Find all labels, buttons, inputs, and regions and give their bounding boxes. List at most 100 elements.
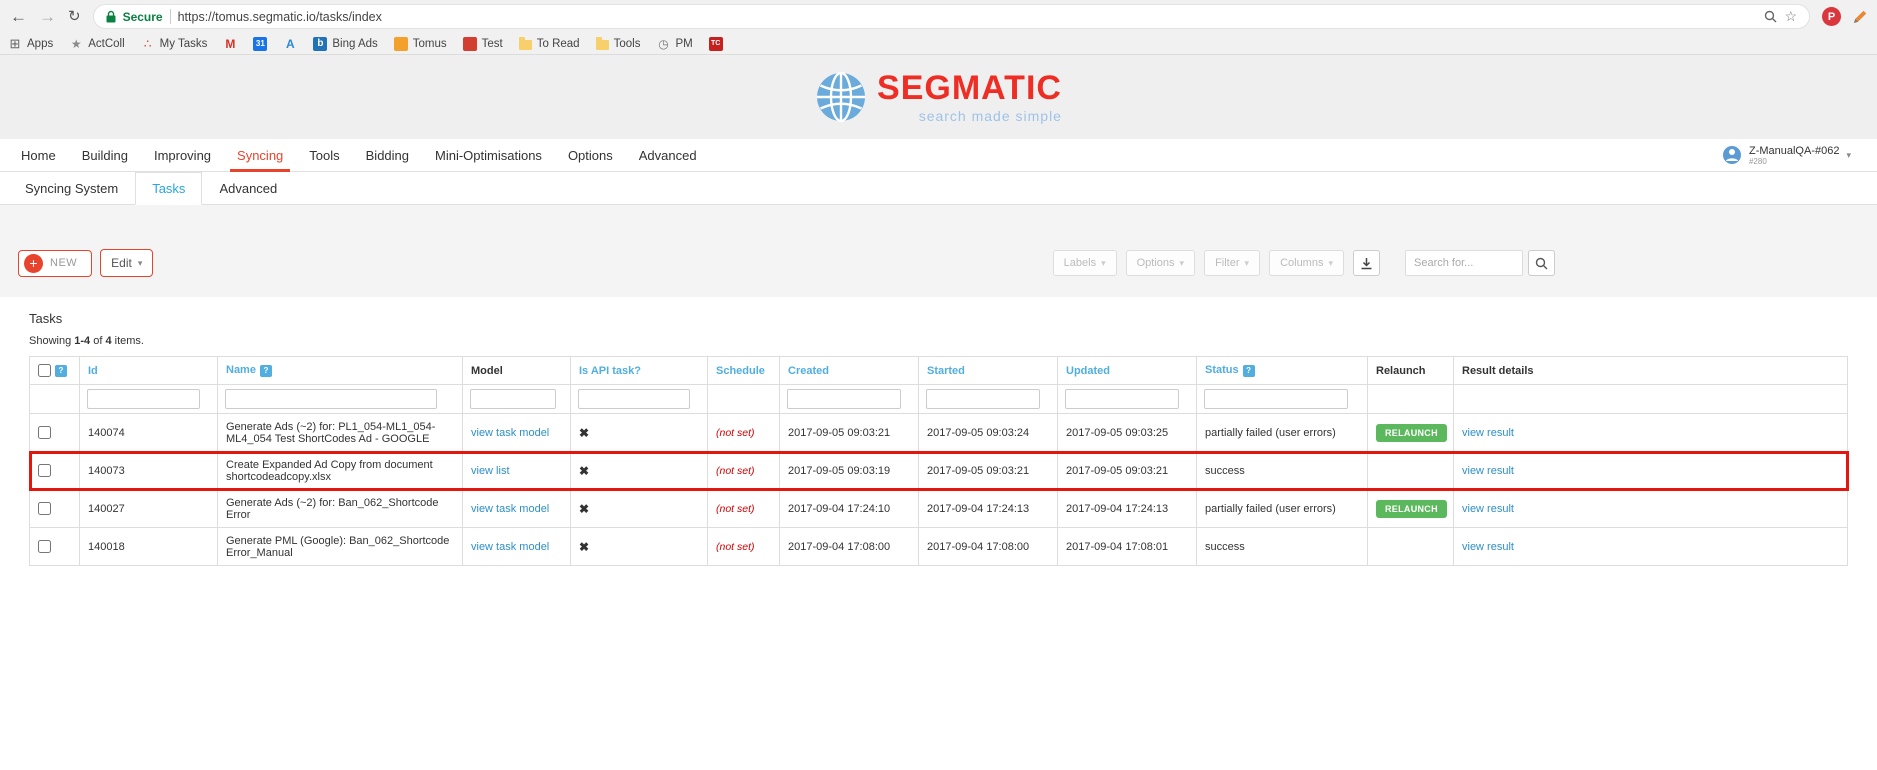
new-button[interactable]: + NEW <box>18 249 93 277</box>
bookmark-azure[interactable]: A <box>283 37 297 51</box>
view-result-link[interactable]: view result <box>1462 541 1514 553</box>
view-result-link[interactable]: view result <box>1462 503 1514 515</box>
search-button[interactable] <box>1528 250 1555 276</box>
bookmark-test[interactable]: Test <box>462 36 503 51</box>
row-select-cell <box>29 527 80 566</box>
column-header-created[interactable]: Created <box>779 356 919 385</box>
bookmark-bing-ads[interactable]: b Bing Ads <box>313 36 378 51</box>
column-header-api[interactable]: Is API task? <box>570 356 708 385</box>
column-header-status[interactable]: Status? <box>1196 356 1368 385</box>
bookmark-star-icon[interactable]: ☆ <box>1784 8 1797 25</box>
filter-input-started[interactable] <box>926 389 1041 409</box>
subnav-item-advanced[interactable]: Advanced <box>202 172 294 204</box>
filter-input-id[interactable] <box>87 389 201 409</box>
edit-dropdown-button[interactable]: Edit ▾ <box>100 249 154 277</box>
nav-item-advanced[interactable]: Advanced <box>626 139 710 171</box>
row-select-cell <box>29 413 80 452</box>
zoom-icon[interactable] <box>1764 10 1777 23</box>
url-text: https://tomus.segmatic.io/tasks/index <box>177 9 382 24</box>
view-model-link[interactable]: view task model <box>471 503 549 515</box>
column-header-started[interactable]: Started <box>918 356 1058 385</box>
address-bar[interactable]: Secure https://tomus.segmatic.io/tasks/i… <box>92 4 1810 29</box>
search-input[interactable] <box>1405 250 1523 276</box>
filter-input-model[interactable] <box>470 389 556 409</box>
nav-item-syncing[interactable]: Syncing <box>224 139 296 172</box>
bookmark-my-tasks[interactable]: ∴ My Tasks <box>141 37 208 51</box>
relaunch-button[interactable]: RELAUNCH <box>1376 423 1447 442</box>
nav-item-bidding[interactable]: Bidding <box>353 139 422 171</box>
nav-item-mini-optimisations[interactable]: Mini-Optimisations <box>422 139 555 171</box>
column-header-name[interactable]: Name? <box>217 356 463 385</box>
cell-updated: 2017-09-04 17:24:13 <box>1057 489 1197 528</box>
nav-item-building[interactable]: Building <box>69 139 141 171</box>
bookmark-tomus[interactable]: Tomus <box>393 36 447 51</box>
row-checkbox[interactable] <box>38 426 51 439</box>
cell-is-api-task: ✖ <box>570 451 708 490</box>
row-checkbox[interactable] <box>38 502 51 515</box>
bookmark-tools[interactable]: Tools <box>595 37 640 50</box>
filter-dropdown-button[interactable]: Filter ▾ <box>1204 250 1261 276</box>
items-summary: Showing 1-4 of 4 items. <box>29 335 144 347</box>
nav-item-improving[interactable]: Improving <box>141 139 224 171</box>
view-result-link[interactable]: view result <box>1462 465 1514 477</box>
column-header-result: Result details <box>1453 356 1848 385</box>
cell-started: 2017-09-04 17:08:00 <box>918 527 1058 566</box>
labels-dropdown-button[interactable]: Labels ▾ <box>1052 250 1117 276</box>
back-button[interactable]: ← <box>10 8 27 25</box>
filter-input-name[interactable] <box>225 389 437 409</box>
bookmark-pm[interactable]: ◷ PM <box>656 37 693 51</box>
user-menu[interactable]: Z-ManualQA-#062 #280 ▾ <box>1722 139 1877 171</box>
cell-result-details: view result <box>1453 451 1848 490</box>
azure-icon: A <box>286 36 295 51</box>
view-model-link[interactable]: view list <box>471 465 510 477</box>
subnav-item-syncing-system[interactable]: Syncing System <box>8 172 135 204</box>
nav-item-options[interactable]: Options <box>555 139 626 171</box>
bookmark-to-read[interactable]: To Read <box>518 37 580 50</box>
row-checkbox[interactable] <box>38 464 51 477</box>
export-download-button[interactable] <box>1353 250 1380 276</box>
cell-created: 2017-09-05 09:03:19 <box>779 451 919 490</box>
row-checkbox[interactable] <box>38 540 51 553</box>
extension-p-icon[interactable]: P <box>1822 7 1841 26</box>
nav-item-home[interactable]: Home <box>8 139 69 171</box>
extension-pencil-icon[interactable] <box>1853 10 1867 24</box>
chevron-down-icon: ▾ <box>1179 257 1185 268</box>
relaunch-button[interactable]: RELAUNCH <box>1376 499 1447 518</box>
chevron-down-icon: ▾ <box>1846 149 1851 160</box>
refresh-button[interactable]: ↻ <box>68 9 81 24</box>
filter-input-api[interactable] <box>578 389 691 409</box>
calendar-icon: 31 <box>253 36 268 51</box>
view-result-link[interactable]: view result <box>1462 427 1514 439</box>
options-dropdown-button[interactable]: Options ▾ <box>1125 250 1196 276</box>
browser-toolbar: ← → ↻ Secure https://tomus.segmatic.io/t… <box>0 0 1877 33</box>
forward-button[interactable]: → <box>39 8 56 25</box>
cell-created: 2017-09-05 09:03:21 <box>779 413 919 452</box>
view-model-link[interactable]: view task model <box>471 427 549 439</box>
filter-input-updated[interactable] <box>1065 389 1180 409</box>
view-model-link[interactable]: view task model <box>471 541 549 553</box>
column-header-updated[interactable]: Updated <box>1057 356 1197 385</box>
bookmark-actcoll[interactable]: ★ ActColl <box>69 37 125 51</box>
column-header-id[interactable]: Id <box>79 356 218 385</box>
filter-input-status[interactable] <box>1204 389 1348 409</box>
chevron-down-icon: ▾ <box>1244 257 1250 268</box>
select-all-checkbox[interactable] <box>38 364 51 377</box>
cell-relaunch <box>1367 451 1454 490</box>
column-header-model: Model <box>462 356 571 385</box>
subnav-item-tasks[interactable]: Tasks <box>135 172 203 205</box>
column-label-model: Model <box>471 364 503 377</box>
bookmark-calendar[interactable]: 31 <box>253 36 268 51</box>
columns-dropdown-button[interactable]: Columns ▾ <box>1269 250 1344 276</box>
bookmark-gmail[interactable]: M <box>223 37 237 51</box>
filter-input-created[interactable] <box>787 389 902 409</box>
bookmark-apps[interactable]: ⊞ Apps <box>8 37 54 51</box>
cell-is-api-task: ✖ <box>570 489 708 528</box>
bing-ads-icon: b <box>313 36 328 51</box>
cell-updated: 2017-09-05 09:03:21 <box>1057 451 1197 490</box>
my-tasks-icon: ∴ <box>143 36 152 51</box>
bookmark-tc[interactable]: TC <box>708 36 723 51</box>
nav-item-tools[interactable]: Tools <box>296 139 352 171</box>
url-separator <box>169 9 171 24</box>
chevron-down-icon: ▾ <box>1328 257 1333 268</box>
column-header-schedule[interactable]: Schedule <box>707 356 780 385</box>
